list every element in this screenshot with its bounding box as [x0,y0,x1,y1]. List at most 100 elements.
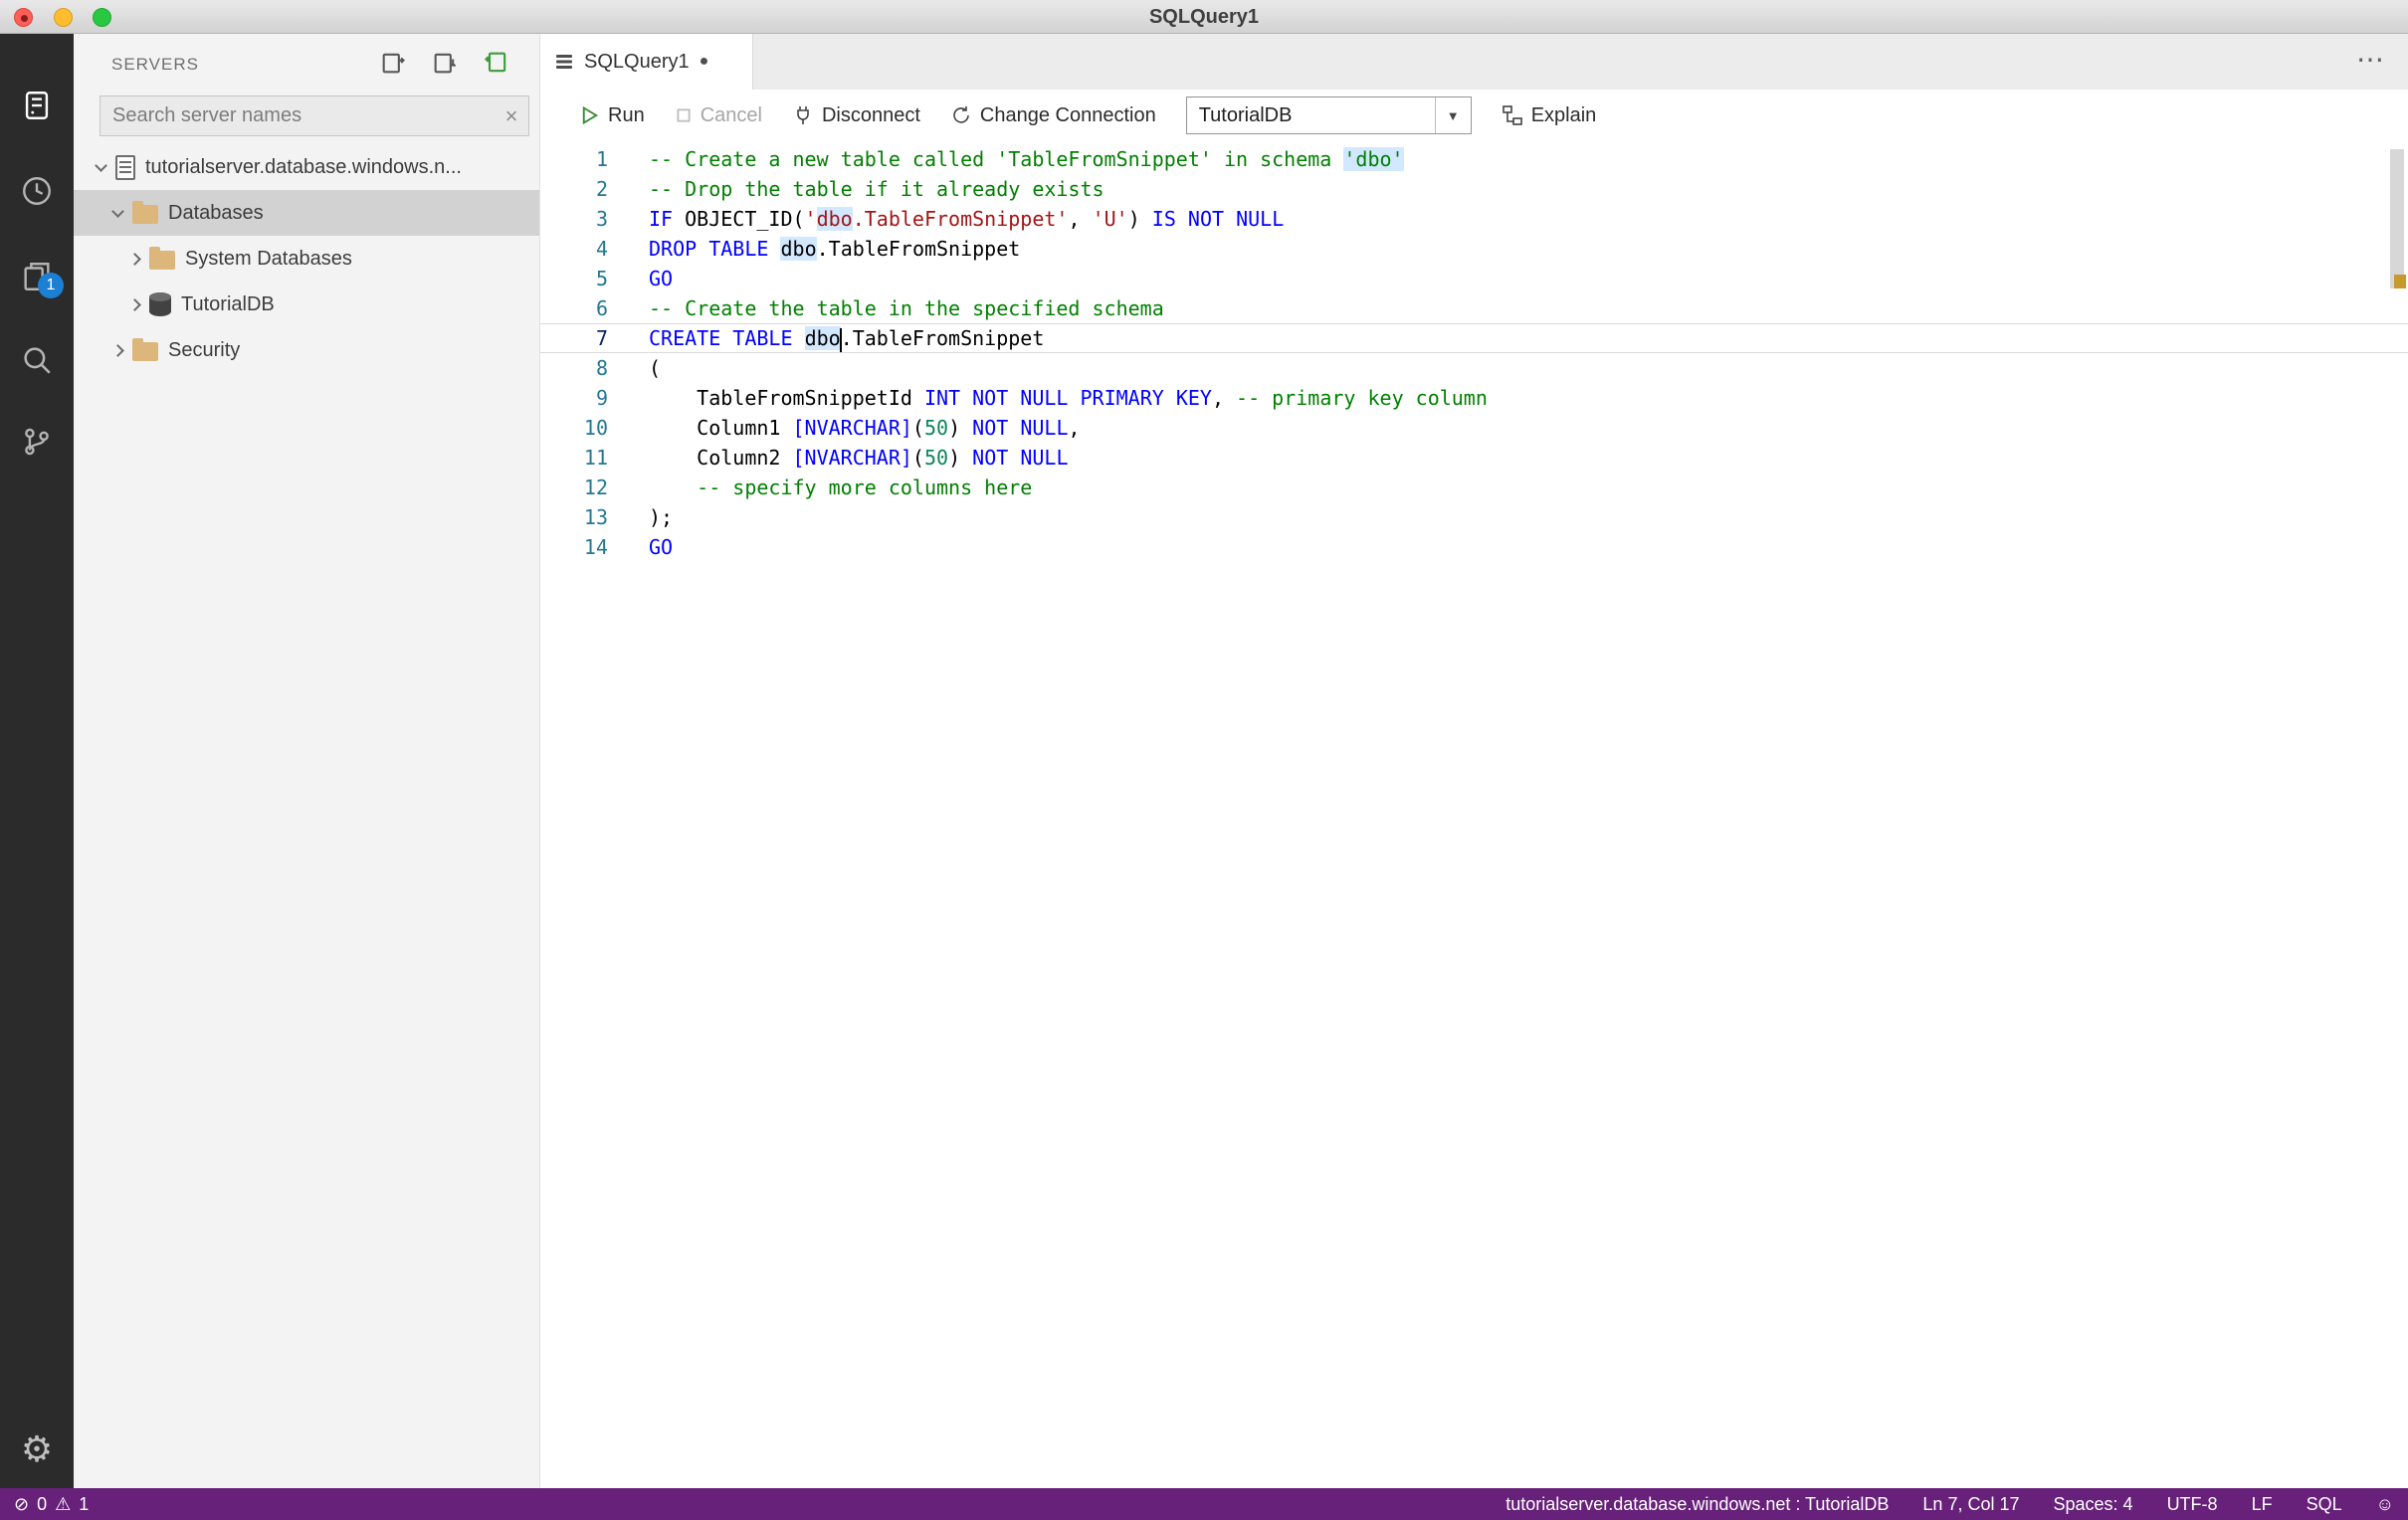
code-line[interactable]: 10 Column1 [NVARCHAR](50) NOT NULL, [540,413,2408,443]
new-connection-button[interactable] [378,48,408,78]
warnings-icon[interactable]: ⚠ [55,1494,71,1515]
line-number: 10 [583,416,608,440]
source-control-button[interactable] [0,414,74,470]
folder-icon [149,247,175,270]
tree-item-databases[interactable]: Databases [74,190,539,236]
sql-file-icon [556,55,572,69]
scrollbar-thumb[interactable] [2390,149,2404,288]
active-connections-button[interactable] [482,48,511,78]
tab-sqlquery1[interactable]: SQLQuery1 ● [540,34,753,90]
code-line[interactable]: 6 -- Create the table in the specified sc… [540,293,2408,323]
line-text: Column2 [NVARCHAR](50) NOT NULL [649,446,1069,470]
twistie-icon[interactable] [111,204,124,218]
modified-indicator-icon[interactable]: ● [700,54,709,70]
change-connection-button[interactable]: Change Connection [950,104,1156,127]
line-number: 9 [595,386,608,410]
language-mode[interactable]: SQL [2307,1494,2342,1515]
window-title: SQLQuery1 [1148,6,1260,28]
sidebar-title: SERVERS [111,55,199,74]
line-text: ); [649,505,674,529]
encoding-status[interactable]: UTF-8 [2167,1494,2218,1515]
errors-icon[interactable]: ⊘ [14,1494,29,1515]
warnings-count[interactable]: 1 [79,1494,89,1515]
new-server-group-button[interactable] [430,48,460,78]
server-search-box: × [100,95,529,136]
overview-ruler-warning [2394,275,2406,288]
new-server-group-icon [434,53,457,74]
server-tree: tutorialserver.database.windows.n... Data… [74,144,539,373]
queries-badge: 1 [38,273,64,298]
more-actions-button[interactable]: ⋯ [2356,34,2384,90]
disconnect-plug-icon [797,106,809,124]
explain-button[interactable]: Explain [1502,104,1596,127]
line-text: DROP TABLE dbo.TableFromSnippet [649,237,1021,261]
line-number: 6 [595,296,608,320]
tree-item-system-databases[interactable]: System Databases [74,236,539,282]
run-button[interactable]: Run [580,104,645,127]
tree-item-tutorialdb[interactable]: TutorialDB [74,282,539,327]
code-editor[interactable]: 1 -- Create a new table called 'TableFrom… [540,141,2408,1488]
tree-item-security[interactable]: Security [74,327,539,373]
search-clear-icon[interactable]: × [495,103,528,129]
line-text: -- Create the table in the specified sch… [649,296,1164,320]
code-line[interactable]: 14 GO [540,532,2408,562]
eol-status[interactable]: LF [2252,1494,2273,1515]
database-icon [149,292,171,316]
folder-icon [132,338,158,361]
twistie-icon[interactable] [95,158,107,172]
dropdown-caret-icon[interactable]: ▼ [1434,97,1471,133]
code-line[interactable]: 12 -- specify more columns here [540,473,2408,502]
twistie-icon[interactable] [128,252,141,266]
running-queries-button[interactable]: 1 [0,249,74,304]
code-line[interactable]: 13); [540,502,2408,532]
code-line[interactable]: 2 -- Drop the table if it already exists [540,174,2408,204]
tree-item-tutorialserver-database-windows-n[interactable]: tutorialserver.database.windows.n... [74,144,539,190]
line-text: ( [649,356,662,380]
cursor-position[interactable]: Ln 7, Col 17 [1922,1494,2019,1515]
servers-sidebar: SERVERS Search server names × tutorialse… [74,34,540,1488]
explain-icon [1502,105,1522,125]
line-number: 14 [583,535,608,559]
server-icon [115,154,135,180]
change-connection-icon [953,106,969,123]
tab-title: SQLQuery1 [584,50,690,73]
line-text: GO [649,267,674,290]
code-line[interactable]: 1 -- Create a new table called 'TableFrom… [540,144,2408,174]
feedback-smiley-icon[interactable]: ☺ [2376,1494,2394,1515]
code-line[interactable]: 9 TableFromSnippetId INT NOT NULL PRIMAR… [540,383,2408,413]
line-text: IF OBJECT_ID('dbo.TableFromSnippet', 'U'… [649,207,1285,231]
indentation-status[interactable]: Spaces: 4 [2054,1494,2133,1515]
tab-bar: SQLQuery1 ● ⋯ [540,34,2408,90]
connection-status[interactable]: tutorialserver.database.windows.net : Tu… [1505,1494,1889,1515]
disconnect-button[interactable]: Disconnect [792,104,920,127]
errors-count[interactable]: 0 [37,1494,47,1515]
task-history-button[interactable] [0,163,74,219]
twistie-icon[interactable] [111,343,124,357]
title-bar: SQLQuery1 [0,0,2408,34]
line-text: Column1 [NVARCHAR](50) NOT NULL, [649,416,1081,440]
tree-item-label: tutorialserver.database.windows.n... [145,155,462,178]
settings-gear-button[interactable]: ⚙ [0,1425,74,1474]
code-line[interactable]: 11 Column2 [NVARCHAR](50) NOT NULL [540,443,2408,473]
active-connections-icon [485,52,506,73]
twistie-icon[interactable] [128,297,141,311]
code-line[interactable]: 3 IF OBJECT_ID('dbo.TableFromSnippet', 'U… [540,204,2408,234]
run-icon [582,105,599,125]
cancel-button[interactable]: Cancel [675,104,762,127]
servers-viewlet-button[interactable] [0,78,74,133]
line-number: 2 [595,177,608,201]
clock-icon [23,177,51,205]
code-line[interactable]: 5 GO [540,264,2408,293]
search-viewlet-button[interactable] [0,332,74,388]
line-text: CREATE TABLE dbo.TableFromSnippet [649,326,1045,352]
code-line[interactable]: 4 DROP TABLE dbo.TableFromSnippet [540,234,2408,264]
line-number: 11 [583,446,608,470]
status-bar: ⊘ 0 ⚠ 1 tutorialserver.database.windows.… [0,1488,2408,1520]
servers-icon [25,92,49,119]
code-line[interactable]: 7 CREATE TABLE dbo.TableFromSnippet [540,323,2408,353]
line-number: 7 [595,326,608,350]
server-search-input[interactable] [100,104,495,127]
line-text: -- Create a new table called 'TableFromS… [649,147,1404,171]
code-line[interactable]: 8( [540,353,2408,383]
database-dropdown[interactable]: TutorialDB ▼ [1185,96,1472,134]
